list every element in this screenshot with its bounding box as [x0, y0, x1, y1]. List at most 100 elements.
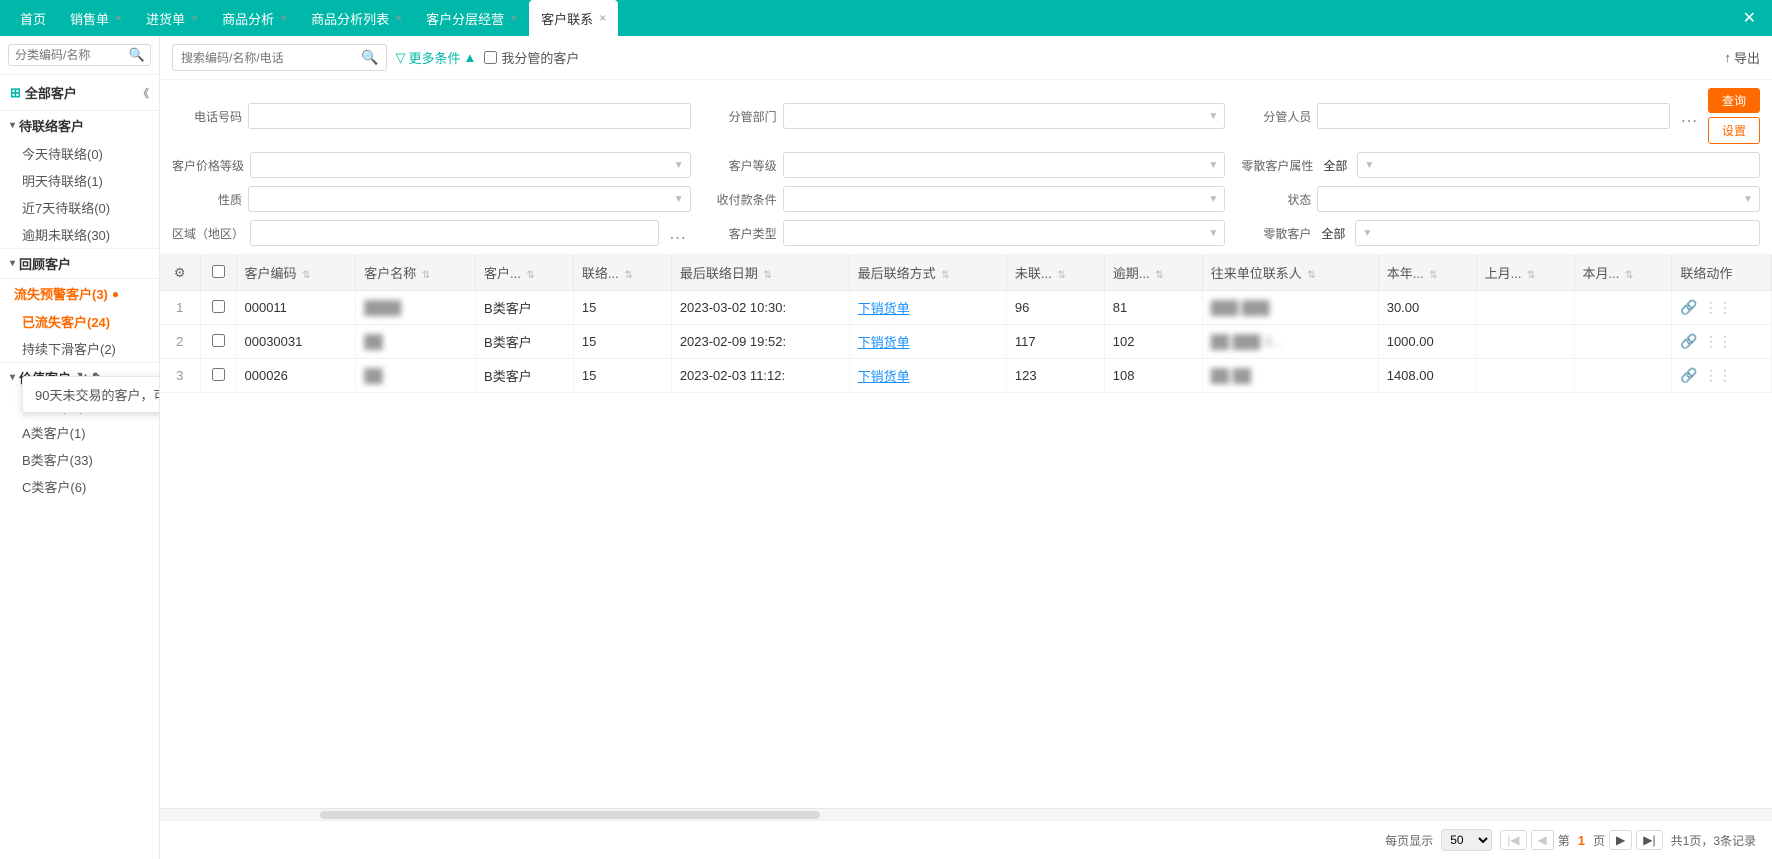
tab-customer-layer[interactable]: 客户分层经营 × [414, 0, 529, 36]
tab-analysis-list[interactable]: 商品分析列表 × [299, 0, 414, 36]
query-button[interactable]: 查询 [1708, 88, 1760, 113]
action-more-icon[interactable]: ⋮⋮ [1704, 367, 1732, 384]
th-this-year-sort[interactable]: ⇅ [1429, 270, 1437, 281]
tab-analysis-close[interactable]: × [280, 11, 287, 25]
page-next-btn[interactable]: ▶ [1609, 830, 1632, 850]
settings-col[interactable]: ⚙ [168, 265, 192, 281]
sidebar-group-churn-title[interactable]: 流失预警客户(3) ● [0, 278, 159, 308]
adv-filter-manager-select[interactable] [1317, 103, 1670, 129]
action-link-icon[interactable]: 🔗 [1680, 333, 1697, 350]
page-label: 第 [1558, 832, 1570, 849]
th-code-sort[interactable]: ⇅ [302, 270, 310, 281]
tab-sales[interactable]: 销售单 × [58, 0, 134, 36]
sidebar-item-overdue[interactable]: 逾期未联络(30) [0, 221, 159, 248]
tab-customer-layer-close[interactable]: × [510, 11, 517, 25]
filter-bar: 🔍 ▽ 更多条件 ▲ 我分管的客户 ↑ 导出 [160, 36, 1772, 80]
sidebar-item-class-c[interactable]: C类客户(6) [0, 473, 159, 500]
adv-filter-dept-select[interactable]: ▼ [783, 103, 1226, 129]
th-this-year: 本年... ⇅ [1378, 255, 1476, 291]
filter-my-customers[interactable]: 我分管的客户 [484, 48, 579, 67]
tab-purchase-close[interactable]: × [191, 11, 198, 25]
th-last-way-sort[interactable]: ⇅ [941, 270, 949, 281]
th-contact-person-sort[interactable]: ⇅ [1307, 270, 1315, 281]
row-this-month [1574, 291, 1672, 325]
sidebar-item-already-lost[interactable]: 已流失客户(24) [0, 308, 159, 335]
row-checkbox[interactable] [212, 334, 225, 347]
action-link-icon[interactable]: 🔗 [1680, 367, 1697, 384]
row-unlisted: 123 [1006, 359, 1104, 393]
tab-customer-contact[interactable]: 客户联系 × [529, 0, 618, 36]
tab-sales-close[interactable]: × [115, 11, 122, 25]
sidebar-item-class-a[interactable]: A类客户(1) [0, 419, 159, 446]
sidebar-group-pending-title[interactable]: ▾ 待联络客户 [0, 110, 159, 140]
th-last-month-sort[interactable]: ⇅ [1527, 270, 1535, 281]
row-last-way[interactable]: 下销货单 [849, 359, 1006, 393]
adv-filter-payment-select[interactable]: ▼ [783, 186, 1226, 212]
sidebar-all-customers[interactable]: ⊞ 全部客户 《 [0, 75, 159, 110]
adv-filter-price-select[interactable]: ▼ [250, 152, 691, 178]
filter-search-input[interactable] [173, 47, 353, 69]
sidebar-group-review-title[interactable]: ▾ 回顾客户 [0, 248, 159, 278]
action-more-icon[interactable]: ⋮⋮ [1704, 299, 1732, 316]
action-more-icon[interactable]: ⋮⋮ [1704, 333, 1732, 350]
th-settings[interactable]: ⚙ [160, 255, 200, 291]
adv-filter-region-more[interactable]: … [665, 223, 691, 244]
adv-filter-nature-select[interactable]: ▼ [248, 186, 691, 212]
adv-filter-manager-more[interactable]: … [1676, 106, 1702, 127]
th-contact-sort[interactable]: ⇅ [624, 270, 632, 281]
adv-filter-phone-input[interactable] [248, 103, 691, 129]
filter-more-conditions[interactable]: ▽ 更多条件 ▲ [395, 48, 476, 67]
adv-filter-zerocust-select[interactable]: ▼ [1355, 220, 1760, 246]
th-overdue-sort[interactable]: ⇅ [1155, 270, 1163, 281]
adv-filter-status-select[interactable]: ▼ [1317, 186, 1760, 212]
tab-customer-contact-close[interactable]: × [599, 11, 606, 25]
settings-button[interactable]: 设置 [1708, 117, 1760, 144]
sidebar-item-class-b[interactable]: B类客户(33) [0, 446, 159, 473]
action-link-icon[interactable]: 🔗 [1680, 299, 1697, 316]
row-num: 3 [160, 359, 200, 393]
adv-filter-custtype-select[interactable]: ▼ [783, 220, 1226, 246]
scrollbar-thumb[interactable] [320, 811, 820, 819]
row-last-way[interactable]: 下销货单 [849, 291, 1006, 325]
adv-filter-level-select[interactable]: ▼ [783, 152, 1226, 178]
page-first-btn[interactable]: |◀ [1500, 830, 1526, 850]
row-last-way[interactable]: 下销货单 [849, 325, 1006, 359]
adv-filter-price-row: 客户价格等级 ▼ [172, 152, 691, 178]
th-name-sort[interactable]: ⇅ [422, 270, 430, 281]
row-checkbox-cell[interactable] [200, 325, 236, 359]
tab-analysis-list-close[interactable]: × [395, 11, 402, 25]
page-last-btn[interactable]: ▶| [1636, 830, 1662, 850]
sidebar-item-today[interactable]: 今天待联络(0) [0, 140, 159, 167]
filter-my-checkbox[interactable] [484, 51, 497, 64]
sidebar-item-tomorrow[interactable]: 明天待联络(1) [0, 167, 159, 194]
th-checkbox[interactable] [200, 255, 236, 291]
filter-export[interactable]: ↑ 导出 [1724, 48, 1760, 67]
tab-analysis[interactable]: 商品分析 × [210, 0, 299, 36]
row-checkbox[interactable] [212, 368, 225, 381]
tab-purchase[interactable]: 进货单 × [134, 0, 210, 36]
row-checkbox-cell[interactable] [200, 291, 236, 325]
filter-search-button[interactable]: 🔍 [353, 45, 386, 70]
th-actions-label: 联络动作 [1680, 266, 1732, 281]
tab-close-all[interactable]: ✕ [1735, 8, 1764, 28]
page-prev-btn[interactable]: ◀ [1531, 830, 1554, 850]
sidebar-item-declining[interactable]: 持续下滑客户(2) [0, 335, 159, 362]
row-checkbox[interactable] [212, 300, 225, 313]
row-this-month [1574, 325, 1672, 359]
th-last-date-sort[interactable]: ⇅ [763, 270, 771, 281]
th-type-sort[interactable]: ⇅ [527, 270, 535, 281]
th-this-month-sort[interactable]: ⇅ [1625, 270, 1633, 281]
table-row: 3 000026 ██ B类客户 15 2023-02-03 11:12: 下销… [160, 359, 1772, 393]
th-unlisted-sort[interactable]: ⇅ [1057, 270, 1065, 281]
sidebar-item-7days[interactable]: 近7天待联络(0) [0, 194, 159, 221]
adv-filter-region-select[interactable] [250, 220, 659, 246]
adv-filter-price-label: 客户价格等级 [172, 157, 244, 174]
row-last-month [1476, 359, 1574, 393]
select-all-checkbox[interactable] [212, 265, 225, 278]
per-page-select[interactable]: 50 100 200 [1441, 829, 1492, 851]
horizontal-scrollbar[interactable] [160, 808, 1772, 820]
tab-home[interactable]: 首页 [8, 0, 58, 36]
row-unlisted: 117 [1006, 325, 1104, 359]
row-checkbox-cell[interactable] [200, 359, 236, 393]
adv-filter-zeroattr-select[interactable]: ▼ [1357, 152, 1760, 178]
